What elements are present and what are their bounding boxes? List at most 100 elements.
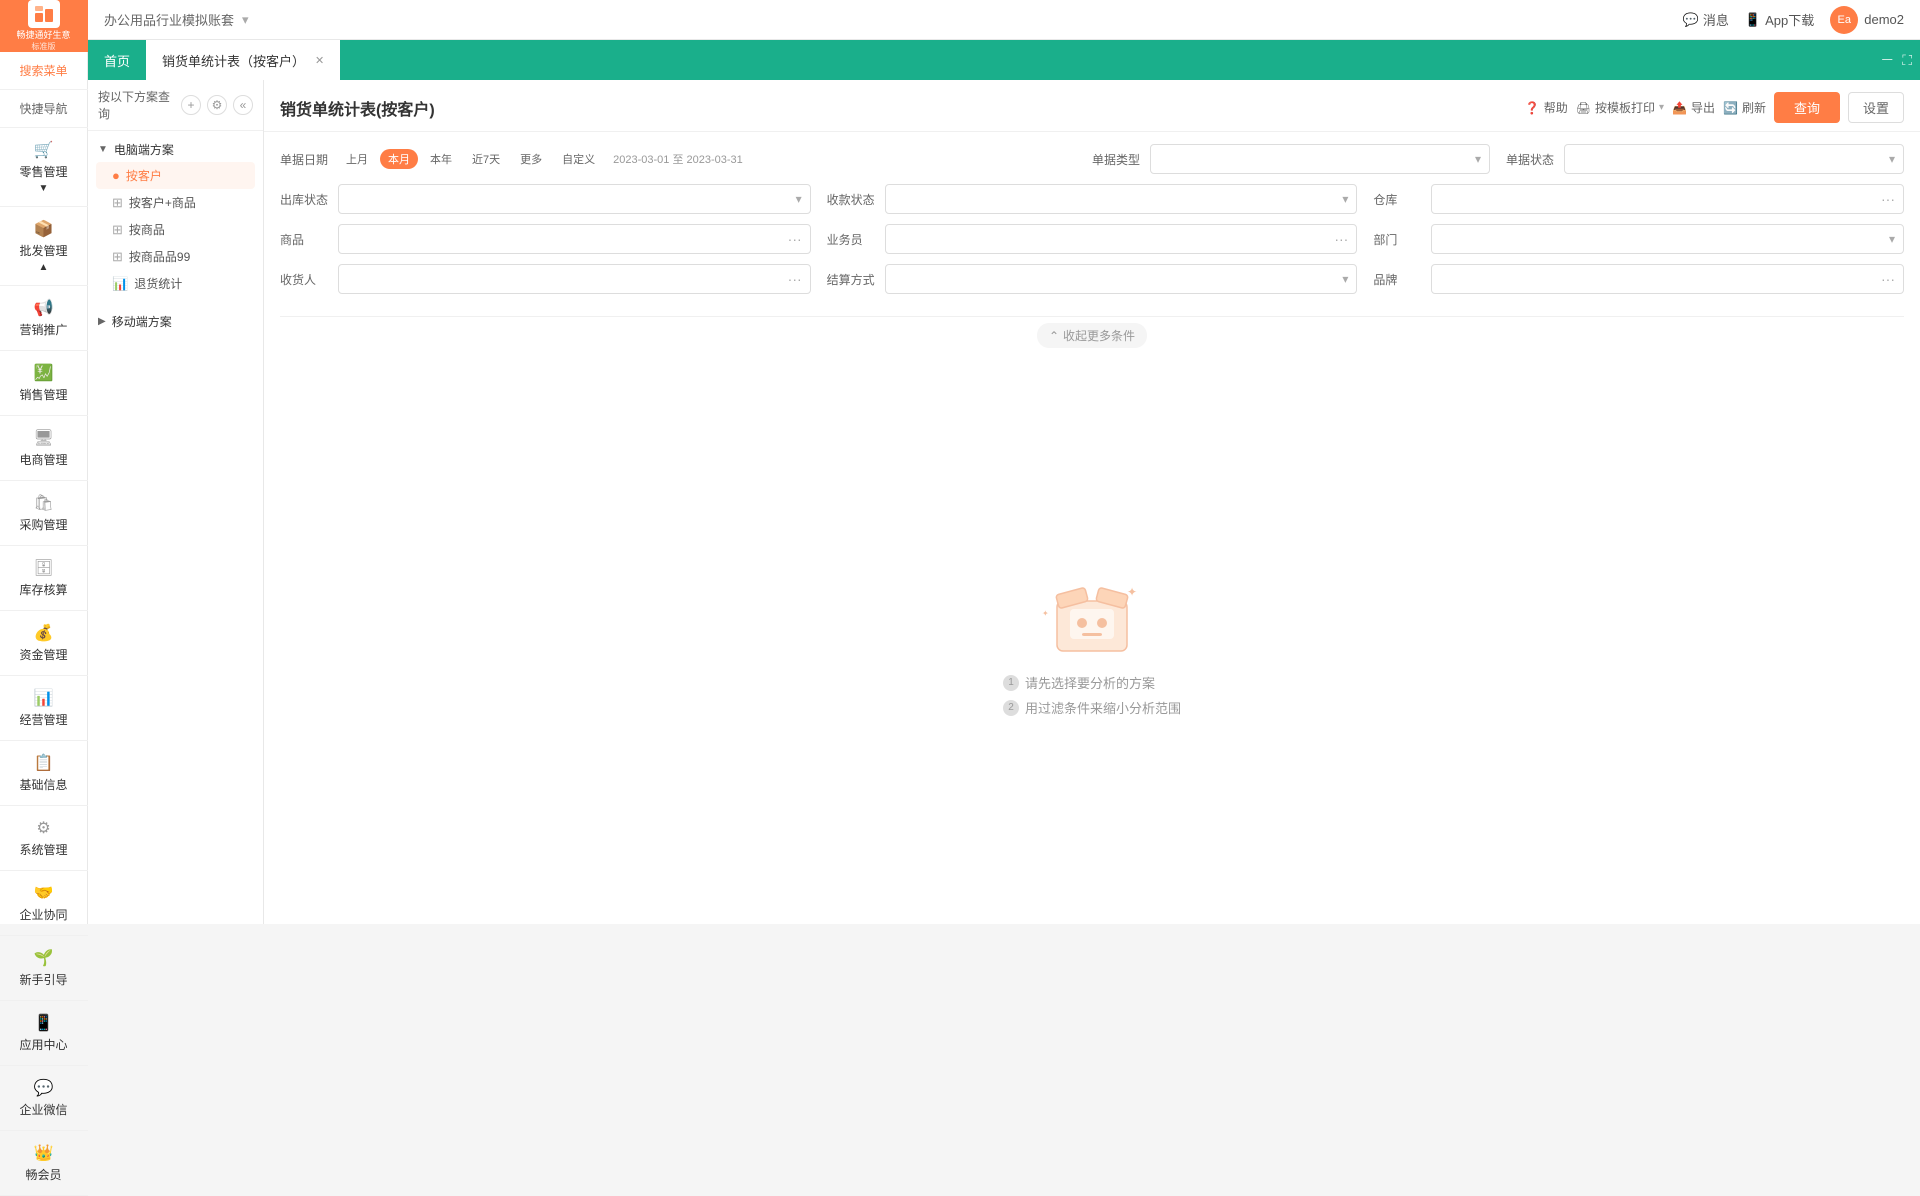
sidebar-item-system[interactable]: ⚙ 系统管理 bbox=[0, 806, 88, 871]
user-menu[interactable]: Ea demo2 bbox=[1830, 6, 1904, 34]
print-button[interactable]: 🖨 按模板打印 ▾ bbox=[1576, 99, 1664, 116]
out-status-input[interactable]: ▾ bbox=[338, 184, 811, 214]
date-tab-last-month[interactable]: 上月 bbox=[338, 149, 376, 169]
sidebar-item-wechat[interactable]: 💬 企业微信 bbox=[0, 1066, 88, 1131]
date-label: 单据日期 bbox=[280, 151, 330, 168]
scheme-edit-btn[interactable]: ⚙ bbox=[207, 95, 227, 115]
scheme-item-by-goods[interactable]: ⊞ 按商品 bbox=[96, 216, 255, 243]
filter-brand-field: 品牌 ··· bbox=[1373, 264, 1904, 294]
date-tab-this-year[interactable]: 本年 bbox=[422, 149, 460, 169]
sidebar-item-retail[interactable]: 🛒 零售管理 ▼ bbox=[0, 128, 88, 207]
scheme-item-by-customer[interactable]: ● 按客户 bbox=[96, 162, 255, 189]
date-tab-more[interactable]: 更多 bbox=[512, 149, 550, 169]
refresh-button[interactable]: 🔄 刷新 bbox=[1723, 99, 1766, 116]
date-filter: 上月 本月 本年 近7天 更多 自定义 2023-03-01 至 2023-03… bbox=[338, 149, 1076, 169]
doc-type-input[interactable]: ▾ bbox=[1150, 144, 1490, 174]
export-button[interactable]: 📤 导出 bbox=[1672, 99, 1715, 116]
sidebar-logo[interactable]: 畅捷通好生意 标准版 bbox=[0, 0, 88, 52]
payment-label: 结算方式 bbox=[827, 271, 877, 288]
scheme-header-icons: + ⚙ « bbox=[181, 95, 253, 115]
doc-status-arrow: ▾ bbox=[1889, 152, 1895, 166]
sidebar-item-finance[interactable]: 💰 资金管理 bbox=[0, 611, 88, 676]
date-tab-7days[interactable]: 近7天 bbox=[464, 149, 508, 169]
ecom-icon: 🖥 bbox=[33, 428, 53, 448]
sidebar-item-sales[interactable]: 💹 销售管理 bbox=[0, 351, 88, 416]
goods-input[interactable]: ··· bbox=[338, 224, 811, 254]
dept-arrow: ▾ bbox=[1889, 232, 1895, 246]
salesperson-dots: ··· bbox=[1334, 231, 1348, 247]
query-label: 查询 bbox=[1794, 101, 1820, 116]
receipt-status-label: 收款状态 bbox=[827, 191, 877, 208]
sidebar-item-operation[interactable]: 📊 经营管理 bbox=[0, 676, 88, 741]
scheme-item-by-goods-99[interactable]: ⊞ 按商品品99 bbox=[96, 243, 255, 270]
sidebar-item-member[interactable]: 👑 畅会员 bbox=[0, 1131, 88, 1196]
wholesale-icon: 📦 bbox=[34, 219, 54, 239]
tab-maximize-icon[interactable]: ⛶ bbox=[1902, 52, 1912, 69]
sidebar-item-wholesale[interactable]: 📦 批发管理 ▲ bbox=[0, 207, 88, 286]
doc-status-label: 单据状态 bbox=[1506, 151, 1556, 168]
sidebar-item-inventory[interactable]: 🗄 库存核算 bbox=[0, 546, 88, 611]
warehouse-input[interactable]: ··· bbox=[1431, 184, 1904, 214]
tab-sales-stat[interactable]: 销货单统计表（按客户） ✕ bbox=[146, 40, 340, 80]
sidebar-item-newbie[interactable]: 🌱 新手引导 bbox=[0, 936, 88, 1001]
filter-goods-field: 商品 ··· bbox=[280, 224, 811, 254]
dept-label: 部门 bbox=[1373, 231, 1423, 248]
mobile-expand-icon: ▶ bbox=[98, 316, 106, 327]
salesperson-input[interactable]: ··· bbox=[885, 224, 1358, 254]
quick-nav-label: 快捷导航 bbox=[19, 102, 67, 116]
date-tab-custom[interactable]: 自定义 bbox=[554, 149, 603, 169]
brand-input[interactable]: ··· bbox=[1431, 264, 1904, 294]
tab-home[interactable]: 首页 bbox=[88, 40, 146, 80]
sidebar-item-apps[interactable]: 📱 应用中心 bbox=[0, 1001, 88, 1066]
scheme-panel: 按以下方案查询 + ⚙ « ▼ 电脑端方案 bbox=[88, 80, 264, 924]
message-icon: 💬 bbox=[1683, 12, 1699, 28]
collapse-up-icon: ⌃ bbox=[1049, 329, 1059, 343]
sidebar-search-menu[interactable]: 搜索菜单 bbox=[0, 52, 88, 90]
newbie-icon: 🌱 bbox=[34, 948, 54, 968]
avatar-initials: Ea bbox=[1838, 14, 1851, 26]
sidebar-item-purchase[interactable]: 🛍 采购管理 bbox=[0, 481, 88, 546]
app-download-button[interactable]: 📱 App下载 bbox=[1745, 10, 1814, 29]
scheme-item-return-stat[interactable]: 📊 退货统计 bbox=[96, 270, 255, 297]
date-tab-this-month[interactable]: 本月 bbox=[380, 149, 418, 169]
scheme-header: 按以下方案查询 + ⚙ « bbox=[88, 80, 263, 131]
by-goods-99-icon: ⊞ bbox=[112, 249, 123, 265]
search-menu-label: 搜索菜单 bbox=[19, 64, 67, 78]
scheme-item-customer-goods[interactable]: ⊞ 按客户+商品 bbox=[96, 189, 255, 216]
filter-row-3: 商品 ··· 业务员 ··· 部门 bbox=[280, 224, 1904, 254]
tab-minimize-icon[interactable]: － bbox=[1880, 50, 1894, 70]
sidebar-item-enterprise[interactable]: 🤝 企业协同 bbox=[0, 871, 88, 936]
print-label: 按模板打印 bbox=[1595, 99, 1655, 116]
customer-goods-label: 按客户+商品 bbox=[129, 194, 196, 211]
payment-input[interactable]: ▾ bbox=[885, 264, 1358, 294]
scheme-desktop-group: ▼ 电脑端方案 ● 按客户 ⊞ 按客户+商品 ⊞ 按商品 ⊞ 按商品品99 bbox=[88, 131, 263, 303]
sidebar-item-ecom[interactable]: 🖥 电商管理 bbox=[0, 416, 88, 481]
help-button[interactable]: ❓ 帮助 bbox=[1525, 99, 1568, 116]
message-button[interactable]: 💬 消息 bbox=[1683, 10, 1729, 29]
logo-sub: 标准版 bbox=[32, 41, 56, 52]
filter-row-2: 出库状态 ▾ 收款状态 ▾ 仓库 bbox=[280, 184, 1904, 214]
receipt-status-input[interactable]: ▾ bbox=[885, 184, 1358, 214]
doc-status-input[interactable]: ▾ bbox=[1564, 144, 1904, 174]
filter-row-1: 单据日期 上月 本月 本年 近7天 更多 自定义 2023-03-01 至 20… bbox=[280, 144, 1904, 174]
scheme-desktop-title[interactable]: ▼ 电脑端方案 bbox=[96, 137, 255, 162]
sidebar-item-basic[interactable]: 📋 基础信息 bbox=[0, 741, 88, 806]
return-stat-icon: 📊 bbox=[112, 276, 128, 292]
query-button[interactable]: 查询 bbox=[1774, 92, 1840, 123]
recipient-dots: ··· bbox=[788, 271, 802, 287]
sidebar-quick-nav[interactable]: 快捷导航 bbox=[0, 90, 88, 128]
scheme-add-btn[interactable]: + bbox=[181, 95, 201, 115]
svg-text:✦: ✦ bbox=[1127, 585, 1137, 599]
return-stat-label: 退货统计 bbox=[134, 275, 182, 292]
settings-button[interactable]: 设置 bbox=[1848, 92, 1904, 123]
dept-input[interactable]: ▾ bbox=[1431, 224, 1904, 254]
recipient-input[interactable]: ··· bbox=[338, 264, 811, 294]
scheme-collapse-btn[interactable]: « bbox=[233, 95, 253, 115]
download-icon: 📱 bbox=[1745, 12, 1761, 28]
tab-close-icon[interactable]: ✕ bbox=[315, 54, 324, 67]
filter-row-4: 收货人 ··· 结算方式 ▾ 品牌 bbox=[280, 264, 1904, 294]
sidebar-item-marketing[interactable]: 📢 营销推广 bbox=[0, 286, 88, 351]
collapse-button[interactable]: ⌃ 收起更多条件 bbox=[1037, 323, 1147, 348]
scheme-mobile-title[interactable]: ▶ 移动端方案 bbox=[96, 309, 255, 334]
brand-dots: ··· bbox=[1881, 271, 1895, 287]
